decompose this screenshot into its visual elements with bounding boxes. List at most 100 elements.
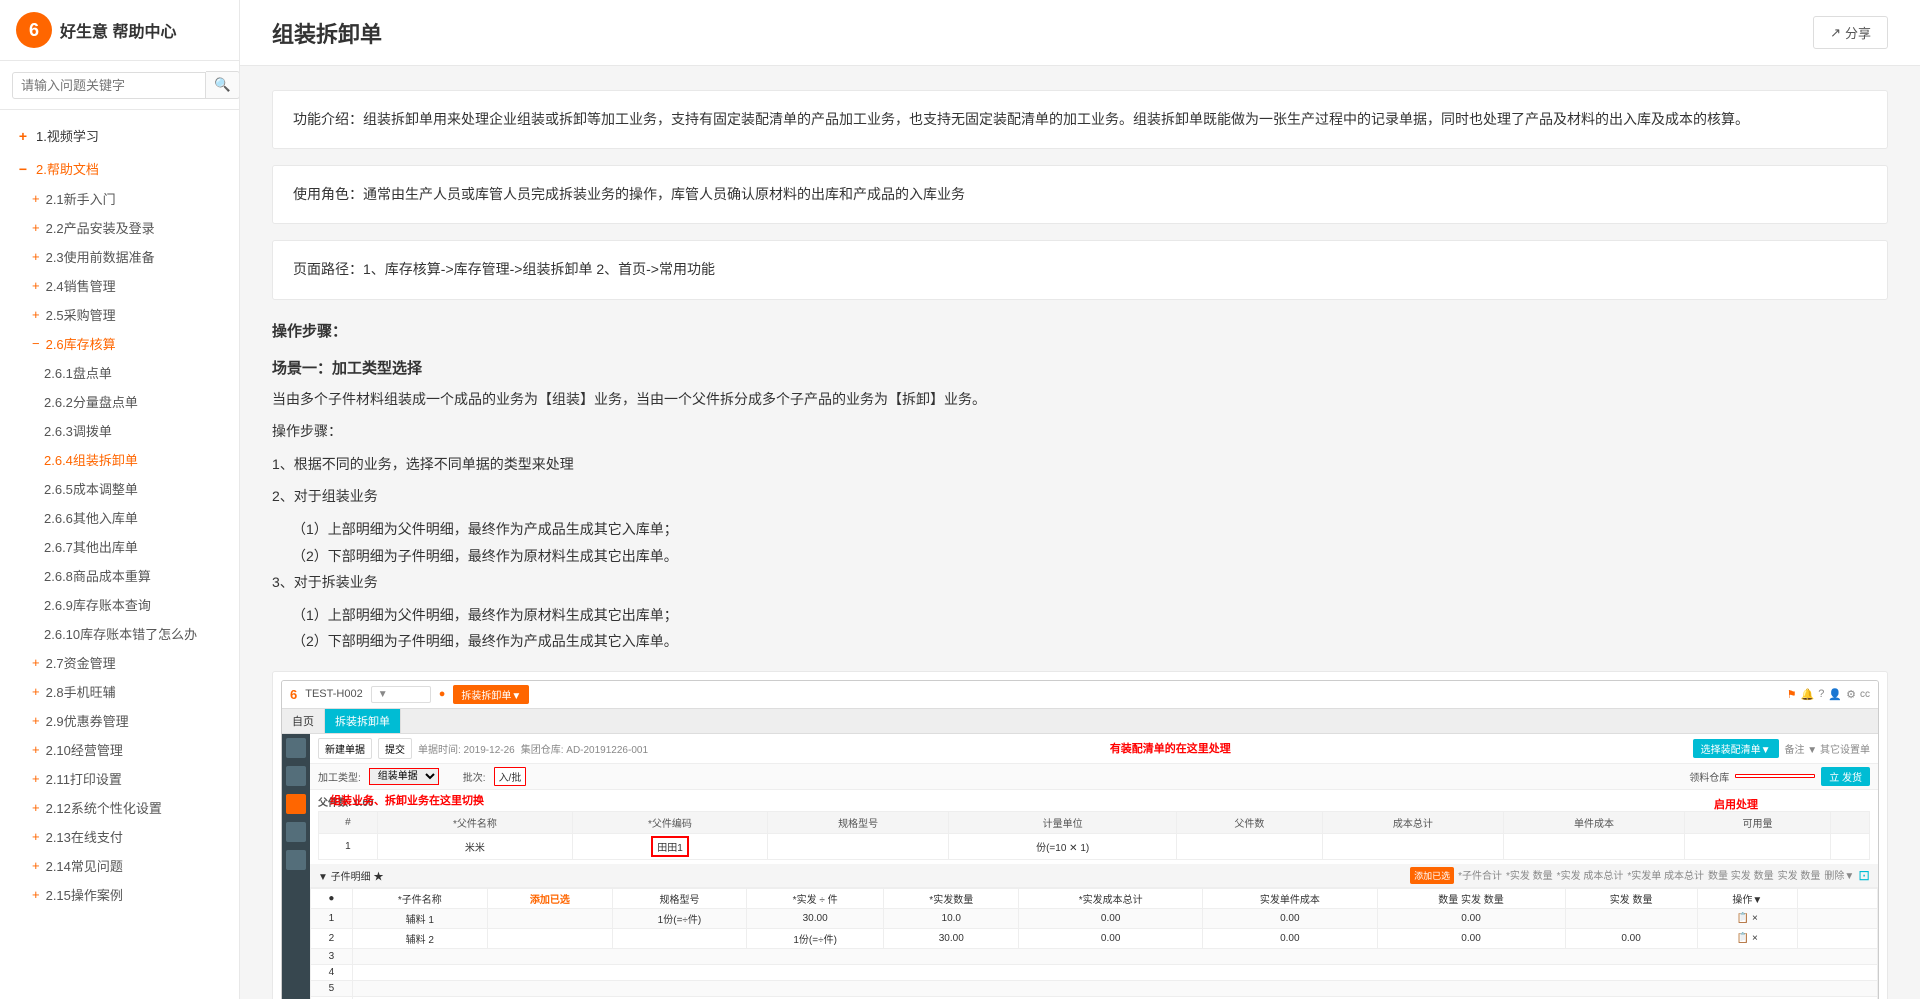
nav-section-1: + 1.视频学习 <box>0 120 239 151</box>
main-content: 组装拆卸单 ↗ 分享 功能介绍：组装拆卸单用来处理企业组装或拆卸等加工业务，支持… <box>240 0 1920 999</box>
nav-child-label-2-12: 2.12系统个性化设置 <box>46 798 162 817</box>
mock-lr1-col2: *子件名称 <box>352 888 487 908</box>
plus-icon-2-8: + <box>32 684 40 699</box>
scenario1-title: 场景一：加工类型选择 <box>272 357 1888 378</box>
sidebar-item-2-6-3[interactable]: 2.6.3调拨单 <box>28 416 239 445</box>
sidebar-item-video-learning[interactable]: + 1.视频学习 <box>0 120 239 151</box>
mock-cell-code: 田田1 <box>572 833 767 859</box>
sidebar-item-2-6-5[interactable]: 2.6.5成本调整单 <box>28 474 239 503</box>
path-intro-text: 页面路径：1、库存核算->库存管理->组装拆卸单 2、首页->常用功能 <box>293 261 715 277</box>
nav-child-label-2-15: 2.15操作案例 <box>46 885 123 904</box>
mock-col-unit: 父件数 <box>1177 811 1323 833</box>
scenario1-desc: 当由多个子件材料组装成一个成品的业务为【组装】业务，当由一个父件拆分成多个子产品… <box>272 386 1888 413</box>
sidebar-item-2-2[interactable]: + 2.2产品安装及登录 <box>16 213 239 242</box>
role-intro-block: 使用角色：通常由生产人员或库管人员完成拆装业务的操作，库管人员确认原材料的出库和… <box>272 165 1888 224</box>
search-bar: 🔍 <box>0 61 239 110</box>
mock-warehouse-input[interactable] <box>1735 774 1815 778</box>
sidebar-item-2-15[interactable]: + 2.15操作案例 <box>16 880 239 909</box>
mock-empty3-num: 5 <box>311 980 353 996</box>
path-intro-block: 页面路径：1、库存核算->库存管理->组装拆卸单 2、首页->常用功能 <box>272 240 1888 299</box>
feature-intro-block: 功能介绍：组装拆卸单用来处理企业组装或拆卸等加工业务，支持有固定装配清单的产品加… <box>272 90 1888 149</box>
search-input[interactable] <box>12 72 206 99</box>
mock-lr3-del <box>1798 928 1878 948</box>
mock-date-label: 单据时间: 2019-12-26 <box>418 741 515 756</box>
op-steps-label: 操作步骤： <box>272 418 1888 445</box>
mock-user-icon: 👤 <box>1828 688 1842 701</box>
mock-btn-new[interactable]: 新建单据 <box>318 738 372 759</box>
step-2: 2、对于组装业务 <box>272 483 1888 510</box>
sidebar-item-2-14[interactable]: + 2.14常见问题 <box>16 851 239 880</box>
screenshot-mockup: 6 TEST-H002 ▼ ● 拆装拆卸单▼ ⚑ 🔔 ? 👤 ⚙ cc <box>281 680 1879 999</box>
mock-lr3-unit: 1份(=÷件) <box>746 928 883 948</box>
mock-confirm-btn[interactable]: 立 发货 <box>1821 767 1870 786</box>
sidebar-item-2-13[interactable]: + 2.13在线支付 <box>16 822 239 851</box>
mock-select-bom-btn[interactable]: 选择装配清单▼ <box>1693 739 1779 758</box>
nav-child-label-2-9: 2.9优惠券管理 <box>46 711 129 730</box>
mock-app-name: TEST-H002 <box>305 688 362 700</box>
mock-cell-unit-cost <box>1503 833 1684 859</box>
mock-type-select[interactable]: 组装单据 拆卸单据 <box>369 768 439 785</box>
plus-icon-2-2: + <box>32 220 40 235</box>
sidebar-item-2-4[interactable]: + 2.4销售管理 <box>16 271 239 300</box>
nav-child-label-2-4: 2.4销售管理 <box>46 276 116 295</box>
sidebar-item-2-6-6[interactable]: 2.6.6其他入库单 <box>28 503 239 532</box>
mock-logo: 6 <box>290 687 297 702</box>
mock-child-del: 删除▼ <box>1824 867 1854 884</box>
mock-type-label: 加工类型: <box>318 769 361 784</box>
sidebar-item-2-5[interactable]: + 2.5采购管理 <box>16 300 239 329</box>
sidebar-item-2-9[interactable]: + 2.9优惠券管理 <box>16 706 239 735</box>
mock-tab-home[interactable]: 自页 <box>282 709 325 733</box>
plus-icon-2-9: + <box>32 713 40 728</box>
role-intro-text: 使用角色：通常由生产人员或库管人员完成拆装业务的操作，库管人员确认原材料的出库和… <box>293 186 965 202</box>
plus-icon-2-11: + <box>32 771 40 786</box>
sidebar-item-2-6-10[interactable]: 2.6.10库存账本错了怎么办 <box>28 619 239 648</box>
sidebar-item-2-6-8[interactable]: 2.6.8商品成本重算 <box>28 561 239 590</box>
share-button[interactable]: ↗ 分享 <box>1813 16 1888 49</box>
sidebar-item-2-11[interactable]: + 2.11打印设置 <box>16 764 239 793</box>
mock-annotation-1-text: 有装配清单的在这里处理 <box>654 740 1687 756</box>
mock-tab-list[interactable]: 拆装拆卸单 <box>325 709 401 733</box>
sidebar-item-2-7[interactable]: + 2.7资金管理 <box>16 648 239 677</box>
mock-cell-spec <box>768 833 949 859</box>
nav-child-label-2-14: 2.14常见问题 <box>46 856 123 875</box>
mock-flag-icon: ⚑ <box>1787 688 1797 701</box>
mock-child-qty: *实发 数量 <box>1506 867 1553 884</box>
mock-cell-avail <box>1685 833 1831 859</box>
mock-child-add-btn[interactable]: 添加已选 <box>1410 867 1454 884</box>
mock-count-label: 批次: <box>463 769 486 784</box>
mock-cell-cost-total <box>1322 833 1503 859</box>
sidebar-item-2-8[interactable]: + 2.8手机旺辅 <box>16 677 239 706</box>
plus-icon-2-4: + <box>32 278 40 293</box>
mock-btn-save[interactable]: 提交 <box>378 738 412 759</box>
sidebar-item-2-6-9[interactable]: 2.6.9库存账本查询 <box>28 590 239 619</box>
mock-upper-row-1: 1 米米 田田1 份(=10 ✕ 1) <box>319 833 1870 859</box>
mock-col-spec: 规格型号 <box>768 811 949 833</box>
plus-icon-2-13: + <box>32 829 40 844</box>
mock-lr3-cost: 0.00 <box>1019 928 1203 948</box>
mock-empty3-rest <box>352 980 1877 996</box>
nav-grandchildren-2-6: 2.6.1盘点单 2.6.2分量盘点单 2.6.3调拨单 2.6.4组装拆卸单 … <box>16 358 239 648</box>
sidebar-item-2-12[interactable]: + 2.12系统个性化设置 <box>16 793 239 822</box>
plus-icon-2-15: + <box>32 887 40 902</box>
sidebar-item-2-6-2[interactable]: 2.6.2分量盘点单 <box>28 387 239 416</box>
sidebar-item-2-1[interactable]: + 2.1新手入门 <box>16 184 239 213</box>
sidebar-item-2-3[interactable]: + 2.3使用前数据准备 <box>16 242 239 271</box>
sidebar-item-help-docs[interactable]: − 2.帮助文档 <box>0 153 239 184</box>
step-3-2: （2）下部明细为子件明细，最终作为产成品生成其它入库单。 <box>272 628 1888 655</box>
mock-bell-icon: 🔔 <box>1801 688 1815 701</box>
sidebar-item-2-10[interactable]: + 2.10经营管理 <box>16 735 239 764</box>
sidebar-item-2-6-1[interactable]: 2.6.1盘点单 <box>28 358 239 387</box>
mock-new-order-btn[interactable]: 拆装拆卸单▼ <box>453 685 529 704</box>
sidebar-item-2-6[interactable]: − 2.6库存核算 <box>16 329 239 358</box>
minus-icon-2-6: − <box>32 336 40 351</box>
mock-batch-input[interactable]: 入/批 <box>494 767 527 786</box>
mock-area-label: 集团仓库: AD-20191226-001 <box>521 741 648 756</box>
main-body: 功能介绍：组装拆卸单用来处理企业组装或拆卸等加工业务，支持有固定装配清单的产品加… <box>240 66 1920 999</box>
mock-code-input[interactable]: 田田1 <box>651 836 689 857</box>
mock-action-label: 备注 ▼ 其它设置单 <box>1785 741 1870 756</box>
mock-col-parent-code: *父件编码 <box>572 811 767 833</box>
search-button[interactable]: 🔍 <box>206 71 240 99</box>
mock-lower-section-bar: ▼ 子件明细 ★ 添加已选 *子件合计 *实发 数量 *实发 成本总计 *实发单… <box>310 864 1878 888</box>
sidebar-item-2-6-4[interactable]: 2.6.4组装拆卸单 <box>28 445 239 474</box>
sidebar-item-2-6-7[interactable]: 2.6.7其他出库单 <box>28 532 239 561</box>
